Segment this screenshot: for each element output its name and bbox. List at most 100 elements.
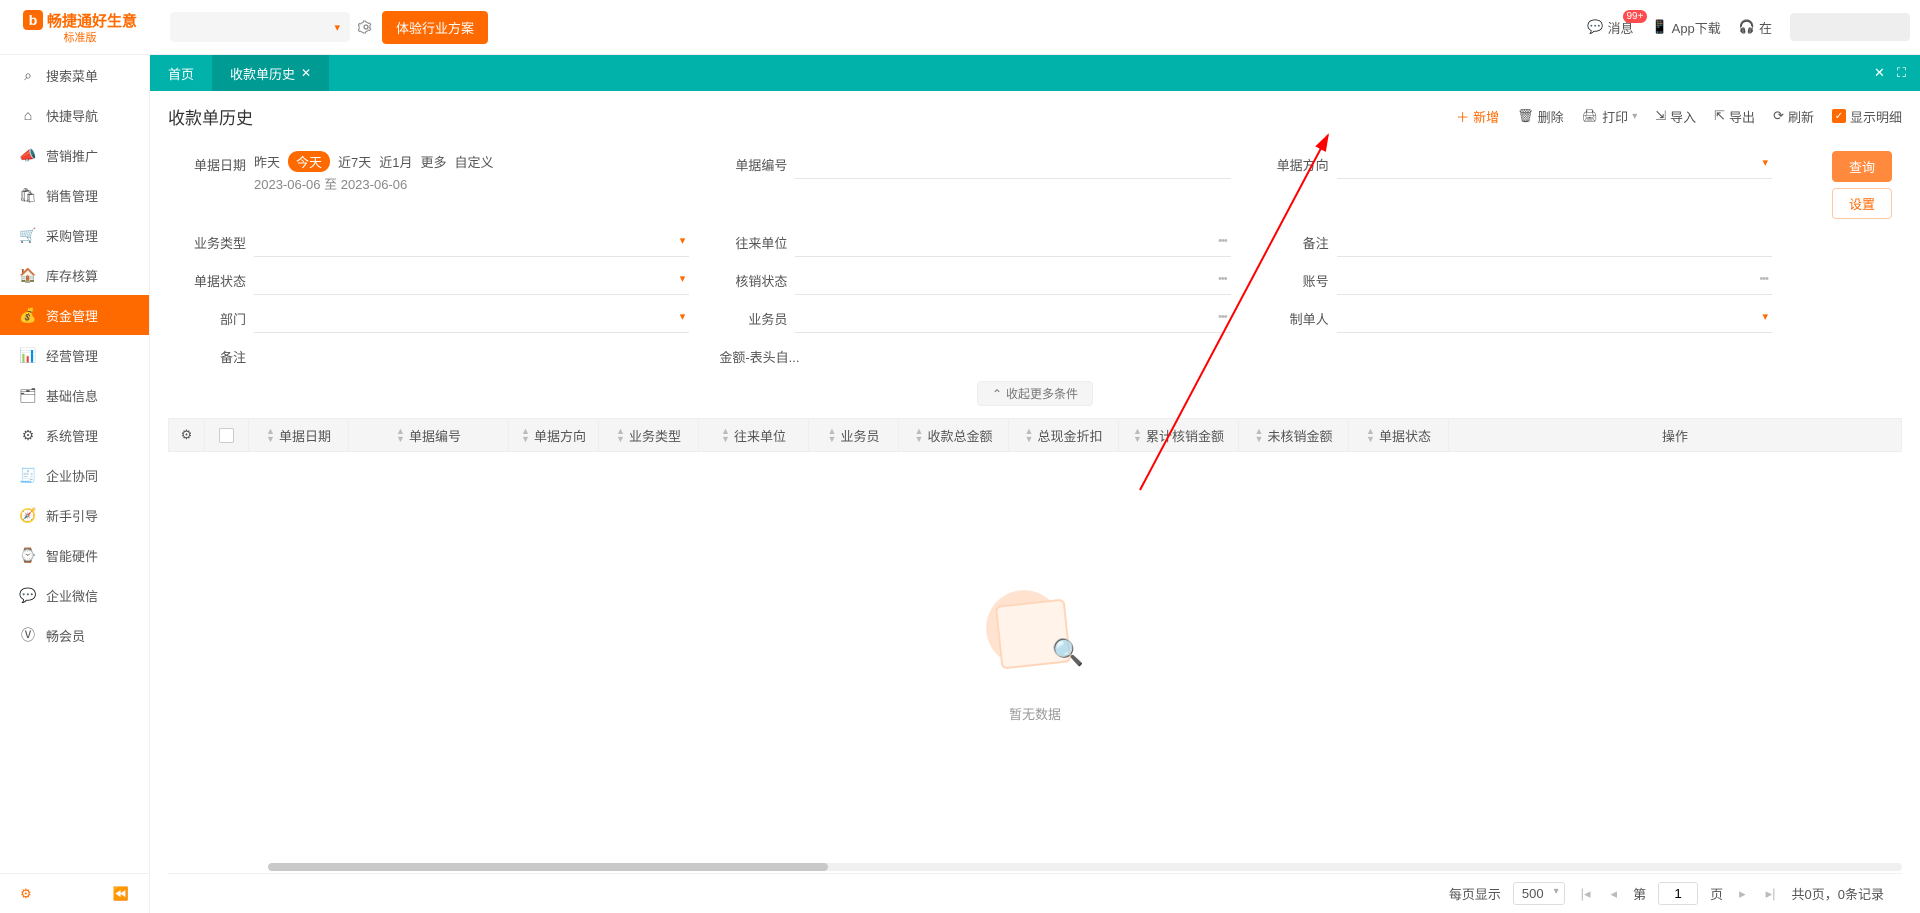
table-column-header[interactable]: ▲▼业务员 — [809, 419, 899, 451]
tabs-bar: 首页 收款单历史 ✕ ✕ ⛶ — [150, 55, 1920, 91]
sidebar-item-2[interactable]: 📣营销推广 — [0, 135, 149, 175]
delete-button[interactable]: 🗑删除 — [1517, 107, 1564, 126]
collapse-sidebar-icon[interactable]: ⏪ — [113, 886, 129, 902]
doc-no-input[interactable] — [795, 151, 1230, 179]
table-column-header[interactable]: ▲▼单据状态 — [1349, 419, 1449, 451]
sidebar-item-5[interactable]: 🏠库存核算 — [0, 255, 149, 295]
date-shortcuts: 昨天今天近7天近1月更多自定义 — [254, 151, 689, 172]
sidebar-item-4[interactable]: 🛒采购管理 — [0, 215, 149, 255]
date-shortcut[interactable]: 近7天 — [338, 152, 371, 171]
sidebar-item-8[interactable]: 🗂基础信息 — [0, 375, 149, 415]
table-column-header[interactable]: ▲▼未核销金额 — [1239, 419, 1349, 451]
scrollbar-thumb[interactable] — [268, 863, 828, 871]
collapse-filters-button[interactable]: ⌃ 收起更多条件 — [977, 381, 1093, 406]
add-button[interactable]: ＋新增 — [1456, 107, 1499, 126]
close-all-icon[interactable]: ✕ — [1874, 65, 1885, 81]
search-button[interactable]: 查询 — [1832, 151, 1892, 182]
doc-status-select[interactable]: ▾ — [254, 267, 689, 295]
table-column-header[interactable]: ▲▼单据编号 — [349, 419, 509, 451]
chevron-down-icon: ▾ — [1762, 156, 1768, 169]
experience-button[interactable]: 体验行业方案 — [382, 11, 488, 44]
sort-icon: ▲▼ — [1025, 427, 1034, 443]
fullscreen-icon[interactable]: ⛶ — [1897, 65, 1906, 81]
print-button[interactable]: 🖨打印▾ — [1582, 107, 1638, 126]
biz-type-select[interactable]: ▾ — [254, 229, 689, 257]
logo-text: 畅捷通好生意 — [47, 10, 137, 31]
sidebar-item-9[interactable]: ⚙系统管理 — [0, 415, 149, 455]
tenant-select[interactable]: ▾ — [170, 12, 350, 42]
gear-icon[interactable] — [358, 19, 374, 35]
date-shortcut[interactable]: 今天 — [288, 151, 330, 172]
dept-select[interactable]: ▾ — [254, 305, 689, 333]
export-label: 导出 — [1729, 107, 1755, 126]
sort-icon: ▲▼ — [266, 427, 275, 443]
sidebar-item-11[interactable]: 🧭新手引导 — [0, 495, 149, 535]
partner-lookup[interactable]: ••• — [795, 229, 1230, 257]
account-lookup[interactable]: ••• — [1337, 267, 1772, 295]
sidebar-item-7[interactable]: 📊经营管理 — [0, 335, 149, 375]
sort-icon: ▲▼ — [616, 427, 625, 443]
table-column-header[interactable]: ▲▼往来单位 — [699, 419, 809, 451]
table-column-header[interactable]: 操作 — [1449, 419, 1901, 451]
settings-icon[interactable]: ⚙ — [20, 886, 32, 902]
sidebar-item-14[interactable]: Ⓥ 畅会员 — [0, 615, 149, 655]
sidebar-icon: Ⓥ — [20, 627, 36, 643]
first-page-button[interactable]: |◂ — [1577, 886, 1595, 902]
sidebar-item-0[interactable]: ⌕搜索菜单 — [0, 55, 149, 95]
column-label: 收款总金额 — [927, 426, 992, 445]
settings-button[interactable]: 设置 — [1832, 188, 1892, 219]
sidebar-item-label: 畅会员 — [46, 626, 85, 645]
table-column-header[interactable]: ▲▼收款总金额 — [899, 419, 1009, 451]
last-page-button[interactable]: ▸| — [1762, 886, 1780, 902]
table-column-header[interactable]: ▲▼业务类型 — [599, 419, 699, 451]
creator-select[interactable]: ▾ — [1337, 305, 1772, 333]
messages-link[interactable]: 💬 消息 99+ — [1587, 18, 1633, 37]
app-download-link[interactable]: 📱 App下载 — [1651, 18, 1720, 37]
sidebar-item-label: 基础信息 — [46, 386, 98, 405]
sidebar-item-12[interactable]: ⌚智能硬件 — [0, 535, 149, 575]
date-shortcut[interactable]: 更多 — [421, 152, 447, 171]
column-label: 单据日期 — [279, 426, 331, 445]
table-column-header[interactable]: ▲▼累计核销金额 — [1119, 419, 1239, 451]
user-avatar-block[interactable] — [1790, 13, 1910, 41]
sidebar-item-13[interactable]: 💬企业微信 — [0, 575, 149, 615]
remark2-input[interactable] — [254, 343, 689, 371]
sidebar-item-label: 企业协同 — [46, 466, 98, 485]
per-page-select[interactable]: 500 — [1513, 882, 1565, 905]
remark-input[interactable] — [1337, 229, 1772, 257]
date-shortcut[interactable]: 近1月 — [379, 152, 412, 171]
export-button[interactable]: ⇱导出 — [1714, 107, 1755, 126]
tab-home[interactable]: 首页 — [150, 55, 212, 91]
date-shortcut[interactable]: 自定义 — [455, 152, 494, 171]
import-button[interactable]: ⇲导入 — [1655, 107, 1696, 126]
logo-subtitle: 标准版 — [64, 29, 97, 45]
writeoff-status-lookup[interactable]: ••• — [795, 267, 1230, 295]
sidebar-item-6[interactable]: 💰资金管理 — [0, 295, 149, 335]
sidebar-item-3[interactable]: 🛍销售管理 — [0, 175, 149, 215]
close-icon[interactable]: ✕ — [301, 66, 311, 80]
page-input[interactable] — [1658, 882, 1698, 905]
table-column-header[interactable]: ▲▼单据日期 — [249, 419, 349, 451]
direction-select[interactable]: ▾ — [1337, 151, 1772, 179]
table-column-header[interactable]: ▲▼总现金折扣 — [1009, 419, 1119, 451]
logo-icon: b — [23, 10, 43, 30]
sidebar-item-label: 营销推广 — [46, 146, 98, 165]
sidebar-icon: ⌂ — [20, 107, 36, 123]
tab-receipt-history[interactable]: 收款单历史 ✕ — [212, 55, 329, 91]
prev-page-button[interactable]: ◂ — [1607, 886, 1622, 902]
horizontal-scrollbar[interactable] — [168, 861, 1902, 873]
date-shortcut[interactable]: 昨天 — [254, 152, 280, 171]
show-detail-toggle[interactable]: ✓显示明细 — [1832, 107, 1902, 126]
sidebar-item-10[interactable]: 🧾企业协同 — [0, 455, 149, 495]
sidebar-item-1[interactable]: ⌂快捷导航 — [0, 95, 149, 135]
select-all-checkbox[interactable] — [205, 419, 249, 451]
filter-buttons: 查询 设置 — [1802, 151, 1892, 219]
next-page-button[interactable]: ▸ — [1735, 886, 1750, 902]
empty-text: 暂无数据 — [1009, 704, 1061, 723]
salesman-lookup[interactable]: ••• — [795, 305, 1230, 333]
sidebar-icon: 💬 — [20, 587, 36, 603]
online-service-link[interactable]: 🎧 在 — [1739, 18, 1772, 37]
column-settings-button[interactable]: ⚙ — [169, 419, 205, 451]
table-column-header[interactable]: ▲▼单据方向 — [509, 419, 599, 451]
refresh-button[interactable]: ⟳刷新 — [1773, 107, 1814, 126]
